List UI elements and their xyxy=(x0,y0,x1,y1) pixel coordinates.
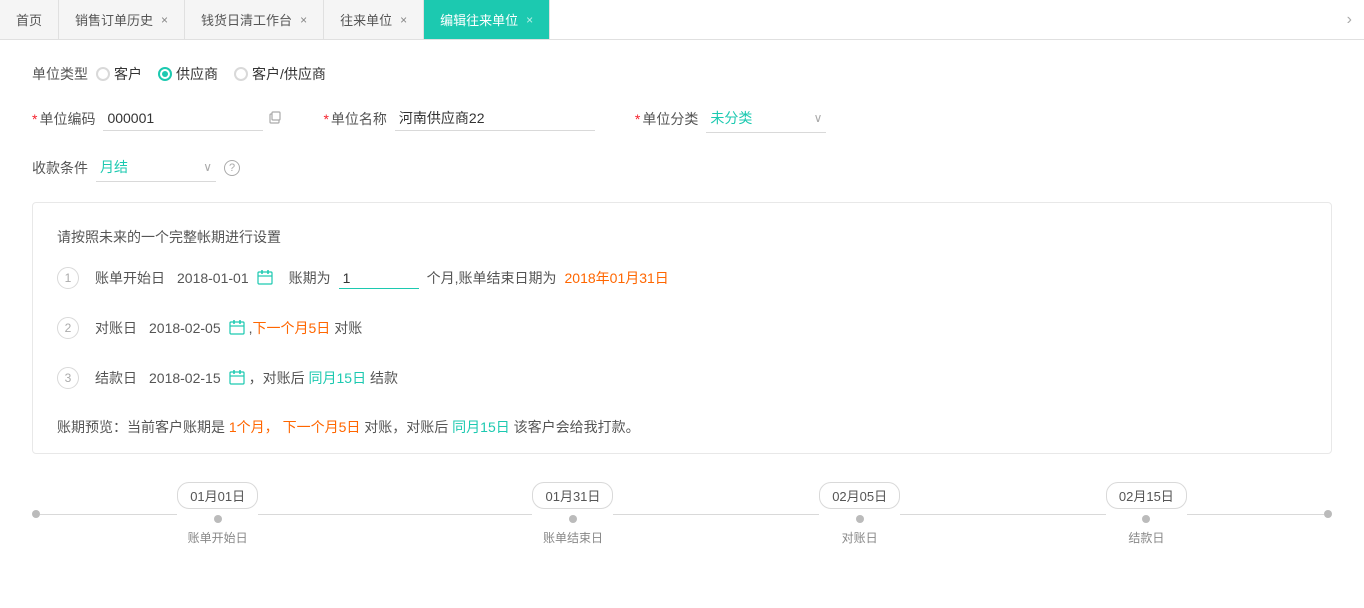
close-icon[interactable]: × xyxy=(300,13,307,27)
timeline-line-seg1 xyxy=(40,514,177,515)
payment-terms-value: 月结 xyxy=(100,157,195,177)
timeline-label-4: 结款日 xyxy=(1128,529,1164,546)
unit-category-required: * xyxy=(635,111,640,127)
timeline-dot-2 xyxy=(569,515,577,523)
unit-code-group: * 单位编码 xyxy=(32,106,283,131)
timeline-badge-4: 02月15日 xyxy=(1106,482,1187,509)
payment-terms-group: 收款条件 月结 ∨ ? xyxy=(32,153,240,182)
preview-middle2: 对账，对账后 xyxy=(364,419,452,435)
unit-name-group: * 单位名称 xyxy=(323,106,594,131)
step-row-2: 2 对账日 2018-02-05 ,下一个月5日 对账 xyxy=(57,317,1307,339)
tab-edit-partner[interactable]: 编辑往来单位 × xyxy=(424,0,550,39)
preview-highlight1: 1个月， xyxy=(229,419,279,435)
timeline-line-seg5 xyxy=(1187,514,1324,515)
settings-card: 请按照未来的一个完整帐期进行设置 1 账单开始日 2018-01-01 账期为 … xyxy=(32,202,1332,454)
step-suffix-2: ,下一个月5日 对账 xyxy=(249,318,363,338)
close-icon[interactable]: × xyxy=(161,13,168,27)
step-suffix-3: ，对账后 同月15日 结款 xyxy=(249,368,398,388)
unit-category-select[interactable]: 未分类 ∨ xyxy=(706,104,826,133)
timeline-line-seg2 xyxy=(258,514,532,515)
timeline-badge-3: 02月05日 xyxy=(819,482,900,509)
chevron-down-icon: ∨ xyxy=(814,111,823,125)
unit-category-value: 未分类 xyxy=(710,108,805,128)
timeline-badge-2: 01月31日 xyxy=(532,482,613,509)
preview-prefix: 账期预览：当前客户账期是 xyxy=(57,419,225,435)
main-content: 单位类型 客户 供应商 客户/供应商 * 单位编码 xyxy=(0,40,1364,608)
step-row-3: 3 结款日 2018-02-15 ，对账后 同月15日 结款 xyxy=(57,367,1307,389)
tab-sales-history[interactable]: 销售订单历史 × xyxy=(59,0,185,39)
timeline-label-2: 账单结束日 xyxy=(543,529,603,546)
timeline-label-3: 对账日 xyxy=(842,529,878,546)
timeline-node-3: 02月05日 对账日 xyxy=(819,482,900,546)
radio-customer[interactable]: 客户 xyxy=(96,64,142,84)
calendar-icon-2[interactable] xyxy=(229,319,245,338)
step-label-3: 结款日 xyxy=(95,368,137,388)
timeline-section: 01月01日 账单开始日 01月31日 账单结束日 02月05日 对账日 02月… xyxy=(32,474,1332,546)
unit-type-row: 单位类型 客户 供应商 客户/供应商 xyxy=(32,64,1332,84)
step-number-2: 2 xyxy=(57,317,79,339)
radio-group: 客户 供应商 客户/供应商 xyxy=(96,64,326,84)
step-date-2: 2018-02-05 xyxy=(149,320,221,336)
payment-terms-label: 收款条件 xyxy=(32,158,88,178)
unit-name-label: 单位名称 xyxy=(331,109,387,129)
calendar-icon-3[interactable] xyxy=(229,369,245,388)
calendar-icon-1[interactable] xyxy=(257,269,273,288)
preview-middle1: 下一个月5日 xyxy=(283,419,361,435)
tab-home[interactable]: 首页 xyxy=(0,0,59,39)
preview-suffix: 该客户会给我打款。 xyxy=(514,419,640,435)
unit-code-label: 单位编码 xyxy=(39,109,95,129)
tab-partner-units[interactable]: 往来单位 × xyxy=(324,0,424,39)
chevron-down-icon: ∨ xyxy=(203,160,212,174)
timeline-dot-4 xyxy=(1142,515,1150,523)
radio-circle-customer xyxy=(96,67,110,81)
step-date-1: 2018-01-01 xyxy=(177,270,249,286)
step-row-1: 1 账单开始日 2018-01-01 账期为 个月,账单结束日期为 2018年0… xyxy=(57,267,1307,289)
radio-supplier[interactable]: 供应商 xyxy=(158,64,218,84)
period-label: 账期为 xyxy=(289,268,331,288)
unit-category-label: 单位分类 xyxy=(642,109,698,129)
radio-circle-supplier xyxy=(158,67,172,81)
timeline-label-1: 账单开始日 xyxy=(188,529,248,546)
unit-details-row: * 单位编码 * 单位名称 * 单位分类 未分类 ∨ xyxy=(32,104,1332,133)
timeline-node-1: 01月01日 账单开始日 xyxy=(177,482,258,546)
preview-section: 账期预览：当前客户账期是 1个月， 下一个月5日 对账，对账后 同月15日 该客… xyxy=(33,401,1331,453)
copy-icon[interactable] xyxy=(267,109,283,128)
radio-both[interactable]: 客户/供应商 xyxy=(234,64,326,84)
tab-bar: 首页 销售订单历史 × 钱货日清工作台 × 往来单位 × 编辑往来单位 × › xyxy=(0,0,1364,40)
step-date-3: 2018-02-15 xyxy=(149,370,221,386)
radio-circle-both xyxy=(234,67,248,81)
help-icon[interactable]: ? xyxy=(224,160,240,176)
period-end-date: 2018年01月31日 xyxy=(565,268,669,288)
tab-more-button[interactable]: › xyxy=(1335,11,1364,29)
unit-name-required: * xyxy=(323,111,328,127)
tab-cash-ledger[interactable]: 钱货日清工作台 × xyxy=(185,0,324,39)
timeline-line-seg3 xyxy=(613,514,819,515)
timeline-dot-1 xyxy=(214,515,222,523)
timeline-node-4: 02月15日 结款日 xyxy=(1106,482,1187,546)
payment-terms-select[interactable]: 月结 ∨ xyxy=(96,153,216,182)
unit-code-input[interactable] xyxy=(103,106,263,131)
preview-highlight2: 同月15日 xyxy=(452,419,510,435)
payment-terms-row: 收款条件 月结 ∨ ? xyxy=(32,153,1332,182)
timeline-dot-3 xyxy=(856,515,864,523)
step-number-1: 1 xyxy=(57,267,79,289)
unit-type-label: 单位类型 xyxy=(32,64,88,84)
timeline-line-seg4 xyxy=(900,514,1106,515)
unit-type-group: 单位类型 客户 供应商 客户/供应商 xyxy=(32,64,326,84)
close-icon[interactable]: × xyxy=(400,13,407,27)
step-number-3: 3 xyxy=(57,367,79,389)
period-unit: 个月,账单结束日期为 xyxy=(427,268,557,288)
card-title: 请按照未来的一个完整帐期进行设置 xyxy=(57,227,1307,247)
unit-code-required: * xyxy=(32,111,37,127)
unit-name-input[interactable] xyxy=(395,106,595,131)
step-label-1: 账单开始日 xyxy=(95,268,165,288)
timeline-node-2: 01月31日 账单结束日 xyxy=(532,482,613,546)
period-input[interactable] xyxy=(339,268,419,289)
timeline-start-dot xyxy=(32,510,40,518)
timeline-end-dot xyxy=(1324,510,1332,518)
unit-category-group: * 单位分类 未分类 ∨ xyxy=(635,104,826,133)
close-icon[interactable]: × xyxy=(526,13,533,27)
step-label-2: 对账日 xyxy=(95,318,137,338)
timeline-badge-1: 01月01日 xyxy=(177,482,258,509)
